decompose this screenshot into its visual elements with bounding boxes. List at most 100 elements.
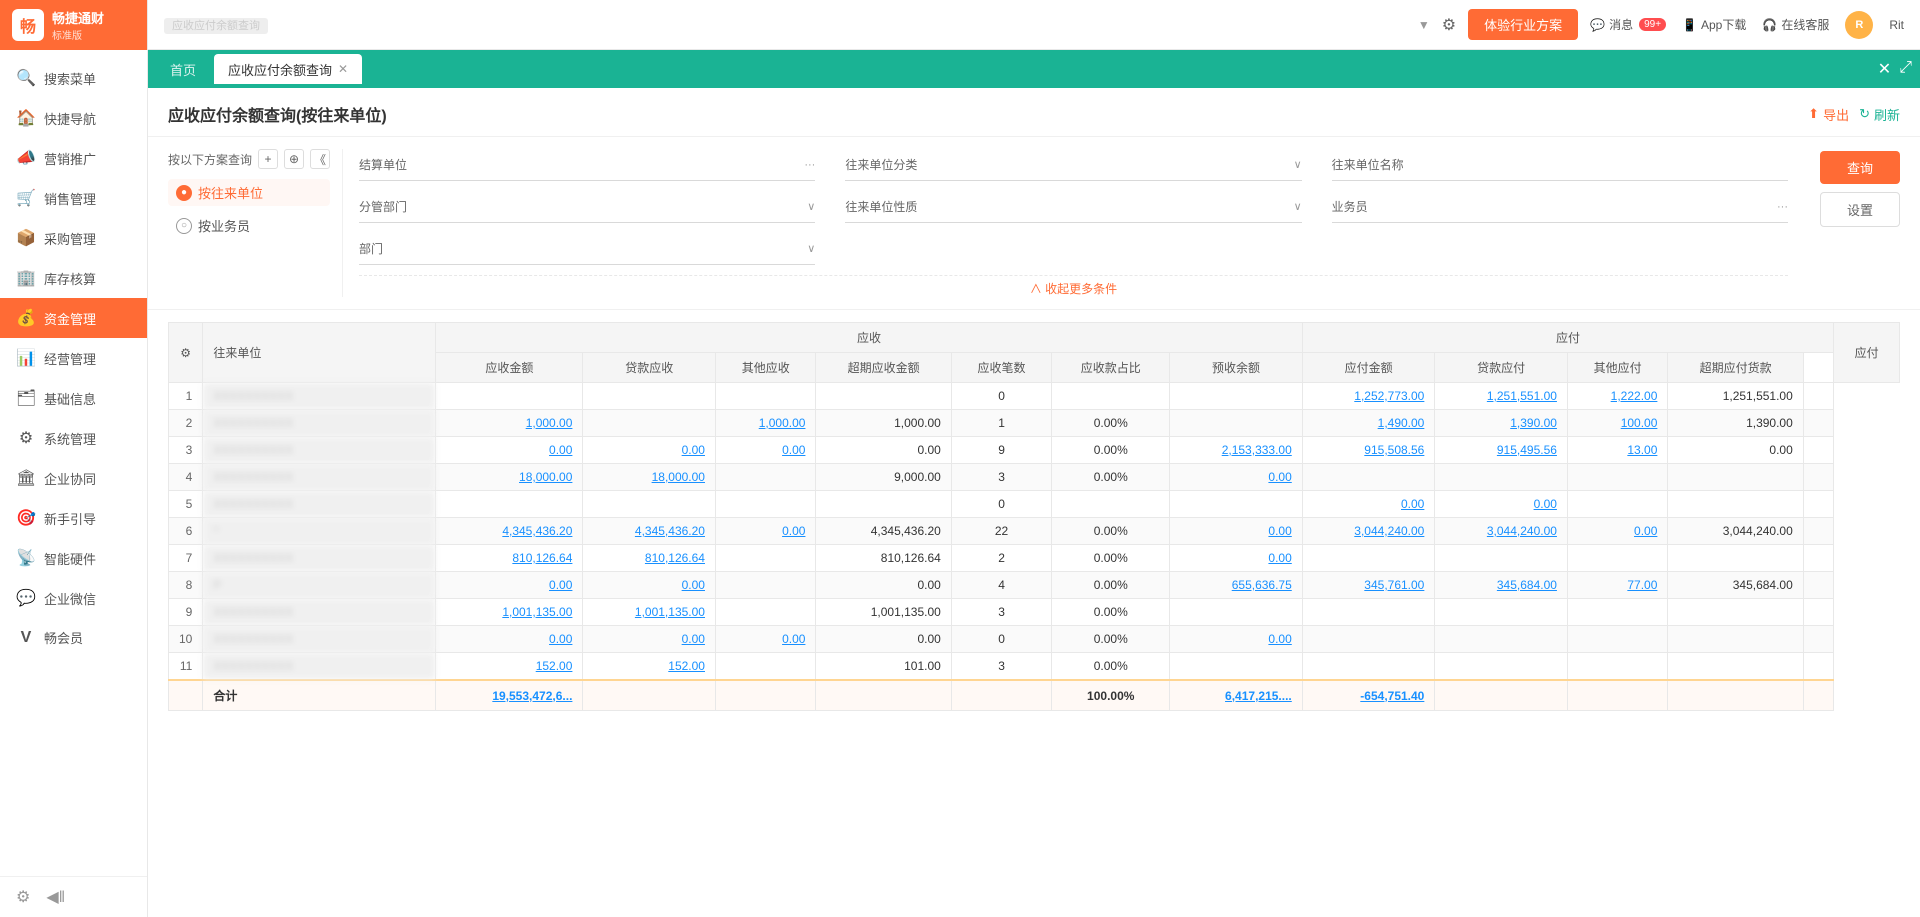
gear-icon[interactable]: ⚙ bbox=[1442, 15, 1456, 35]
refresh-button[interactable]: ↻ 刷新 bbox=[1859, 105, 1900, 124]
table-cell[interactable]: 0.00 bbox=[1170, 545, 1303, 572]
message-action[interactable]: 💬 消息 99+ bbox=[1590, 16, 1666, 33]
table-cell[interactable]: 0.00 bbox=[1170, 518, 1303, 545]
table-cell[interactable]: 810,126.64 bbox=[436, 545, 583, 572]
sidebar-item-quick-nav[interactable]: 🏠 快捷导航 bbox=[0, 98, 147, 138]
table-cell[interactable]: 345,761.00 bbox=[1302, 572, 1435, 599]
field-dept2-arrow[interactable]: ∨ bbox=[807, 242, 815, 255]
tab-home[interactable]: 首页 bbox=[156, 54, 210, 84]
table-cell[interactable]: 1,001,135.00 bbox=[436, 599, 583, 626]
footer-ar-amount[interactable]: 19,553,472,6... bbox=[436, 680, 583, 711]
sidebar-item-guide[interactable]: 🎯 新手引导 bbox=[0, 498, 147, 538]
table-cell[interactable]: 4,345,436.20 bbox=[436, 518, 583, 545]
scheme-by-staff[interactable]: ○ 按业务员 bbox=[168, 212, 330, 239]
scheme-by-unit[interactable]: ● 按往来单位 bbox=[168, 179, 330, 206]
table-cell[interactable]: 100.00 bbox=[1567, 410, 1667, 437]
table-cell[interactable]: 0.00 bbox=[1170, 464, 1303, 491]
table-cell[interactable]: 0.00 bbox=[715, 437, 815, 464]
dropdown-chevron-icon[interactable]: ▼ bbox=[1418, 18, 1430, 32]
add-scheme-button[interactable]: + bbox=[258, 149, 278, 169]
field-settlement-more[interactable]: ··· bbox=[804, 159, 815, 171]
table-cell[interactable]: 4,345,436.20 bbox=[583, 518, 716, 545]
scheme-collapse-icon[interactable]: 《 bbox=[310, 149, 330, 169]
table-cell[interactable]: 0.00 bbox=[583, 437, 716, 464]
sidebar-item-enterprise[interactable]: 🏛 企业协同 bbox=[0, 458, 147, 498]
table-cell[interactable]: 0.00 bbox=[583, 626, 716, 653]
scheme-settings-icon[interactable]: ⊕ bbox=[284, 149, 304, 169]
table-cell[interactable]: 0.00 bbox=[436, 572, 583, 599]
table-cell[interactable]: 2,153,333.00 bbox=[1170, 437, 1303, 464]
field-salesperson-more[interactable]: ··· bbox=[1777, 201, 1788, 213]
table-cell[interactable]: 13.00 bbox=[1567, 437, 1667, 464]
table-cell[interactable]: 18,000.00 bbox=[583, 464, 716, 491]
solution-button[interactable]: 体验行业方案 bbox=[1468, 9, 1578, 40]
field-partner-name[interactable]: 往来单位名称 bbox=[1332, 149, 1788, 181]
table-cell[interactable]: 1,000.00 bbox=[715, 410, 815, 437]
field-partner-cat-arrow[interactable]: ∨ bbox=[1294, 158, 1302, 171]
table-cell[interactable]: 1,252,773.00 bbox=[1302, 383, 1435, 410]
sidebar-item-system[interactable]: ⚙ 系统管理 bbox=[0, 418, 147, 458]
table-cell[interactable]: 0.00 bbox=[715, 626, 815, 653]
setting-button[interactable]: 设置 bbox=[1820, 192, 1900, 227]
table-cell[interactable]: 0.00 bbox=[436, 437, 583, 464]
table-cell[interactable]: 77.00 bbox=[1567, 572, 1667, 599]
table-cell[interactable]: 1,490.00 bbox=[1302, 410, 1435, 437]
table-cell[interactable]: 655,636.75 bbox=[1170, 572, 1303, 599]
table-cell[interactable]: 152.00 bbox=[583, 653, 716, 681]
table-cell[interactable]: 0.00 bbox=[1302, 491, 1435, 518]
online-service-action[interactable]: 🎧 在线客服 bbox=[1762, 16, 1829, 33]
sidebar-item-sales[interactable]: 🛒 销售管理 bbox=[0, 178, 147, 218]
sidebar-item-marketing[interactable]: 📣 营销推广 bbox=[0, 138, 147, 178]
table-cell[interactable]: 0.00 bbox=[1170, 626, 1303, 653]
tab-ar-ap[interactable]: 应收应付余额查询 ✕ bbox=[214, 54, 362, 84]
sidebar-item-purchase[interactable]: 📦 采购管理 bbox=[0, 218, 147, 258]
tab-close-icon[interactable]: ✕ bbox=[338, 62, 348, 76]
wechat-icon: 💬 bbox=[16, 588, 36, 608]
sidebar-collapse-icon[interactable]: ◀‖ bbox=[46, 887, 65, 907]
sidebar-item-search[interactable]: 🔍 搜索菜单 bbox=[0, 58, 147, 98]
table-cell[interactable]: 0.00 bbox=[436, 626, 583, 653]
table-cell[interactable]: 1,001,135.00 bbox=[583, 599, 716, 626]
table-cell: 8 bbox=[169, 572, 203, 599]
table-cell[interactable]: 915,495.56 bbox=[1435, 437, 1568, 464]
field-nature-arrow[interactable]: ∨ bbox=[1294, 200, 1302, 213]
table-cell[interactable]: 0.00 bbox=[1435, 491, 1568, 518]
tab-close-all-icon[interactable]: ✕ bbox=[1878, 59, 1891, 79]
field-dept-arrow[interactable]: ∨ bbox=[807, 200, 815, 213]
table-cell[interactable]: 1,000.00 bbox=[436, 410, 583, 437]
table-cell[interactable]: 0.00 bbox=[1567, 518, 1667, 545]
logo-icon: 畅 bbox=[12, 9, 44, 41]
query-button[interactable]: 查询 bbox=[1820, 151, 1900, 184]
table-cell: 9 bbox=[169, 599, 203, 626]
sidebar-item-hardware[interactable]: 📡 智能硬件 bbox=[0, 538, 147, 578]
table-cell[interactable]: 3,044,240.00 bbox=[1435, 518, 1568, 545]
table-cell[interactable]: 915,508.56 bbox=[1302, 437, 1435, 464]
collapse-button[interactable]: ∧ 收起更多条件 bbox=[359, 275, 1788, 297]
table-cell[interactable]: 3,044,240.00 bbox=[1302, 518, 1435, 545]
table-cell[interactable]: 0.00 bbox=[715, 518, 815, 545]
table-cell[interactable]: 18,000.00 bbox=[436, 464, 583, 491]
sidebar-item-wechat[interactable]: 💬 企业微信 bbox=[0, 578, 147, 618]
sidebar-item-basic[interactable]: 🗂 基础信息 bbox=[0, 378, 147, 418]
table-cell[interactable]: 0.00 bbox=[583, 572, 716, 599]
th-overdue-ar: 超期应收金额 bbox=[816, 353, 951, 383]
th-ar-count: 应收笔数 bbox=[951, 353, 1051, 383]
sidebar-item-operations[interactable]: 📊 经营管理 bbox=[0, 338, 147, 378]
tab-expand-icon[interactable]: ⤢ bbox=[1899, 59, 1912, 79]
partner-cell: XXXXXXXXXX bbox=[203, 410, 436, 437]
sidebar-settings-icon[interactable]: ⚙ bbox=[16, 887, 30, 907]
footer-ap-amount[interactable]: -654,751.40 bbox=[1302, 680, 1435, 711]
export-button[interactable]: ⬆ 导出 bbox=[1808, 105, 1849, 124]
sidebar-item-vip[interactable]: V 畅会员 bbox=[0, 618, 147, 657]
table-cell[interactable]: 345,684.00 bbox=[1435, 572, 1568, 599]
table-cell[interactable]: 1,251,551.00 bbox=[1435, 383, 1568, 410]
table-cell[interactable]: 1,390.00 bbox=[1435, 410, 1568, 437]
table-cell[interactable]: 152.00 bbox=[436, 653, 583, 681]
table-cell[interactable]: 1,222.00 bbox=[1567, 383, 1667, 410]
sidebar-item-inventory[interactable]: 🏢 库存核算 bbox=[0, 258, 147, 298]
th-settings[interactable]: ⚙ bbox=[169, 323, 203, 383]
app-download-action[interactable]: 📱 App下载 bbox=[1682, 16, 1746, 33]
sidebar-item-finance[interactable]: 💰 资金管理 bbox=[0, 298, 147, 338]
footer-advance[interactable]: 6,417,215.... bbox=[1170, 680, 1303, 711]
table-cell[interactable]: 810,126.64 bbox=[583, 545, 716, 572]
